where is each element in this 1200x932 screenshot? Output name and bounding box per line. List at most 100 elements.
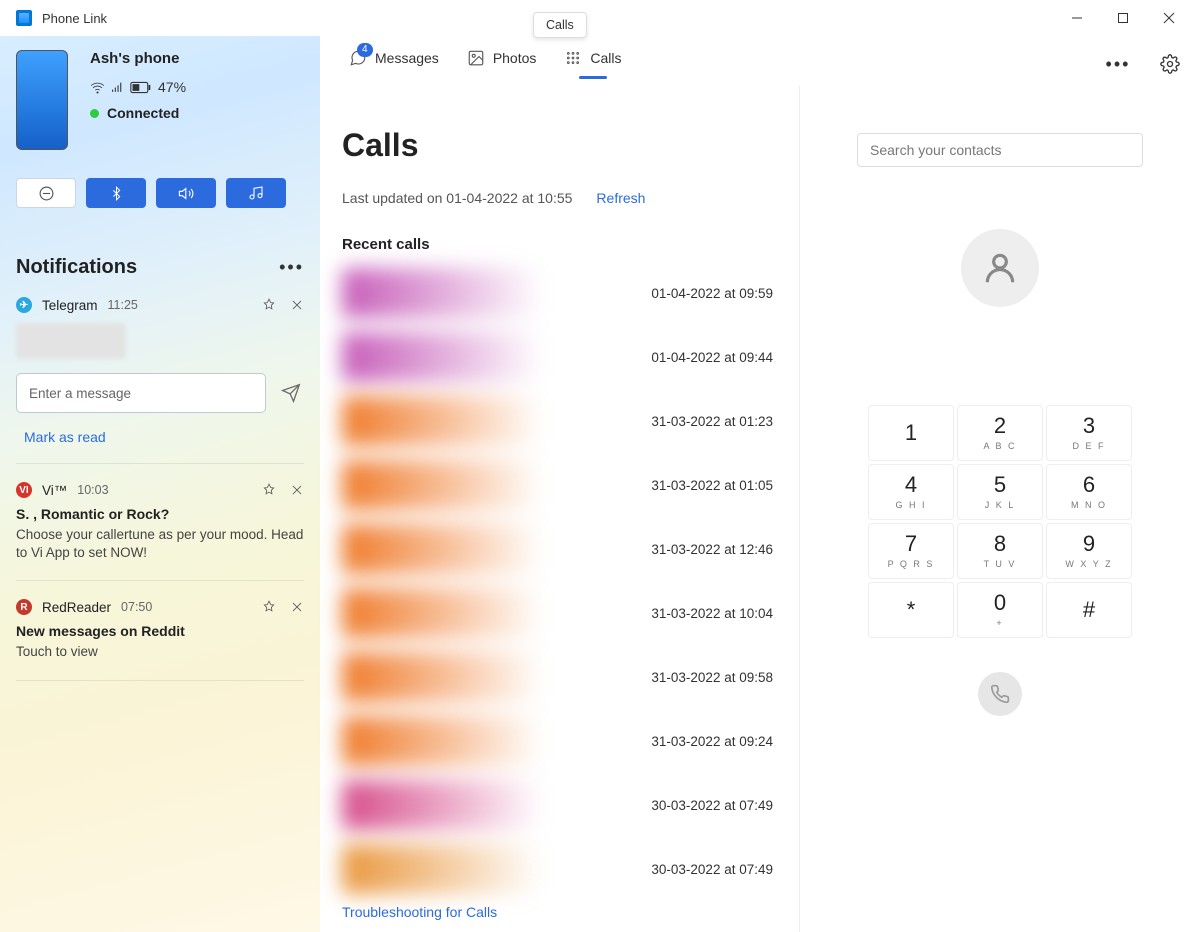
call-row[interactable]: 01-04-2022 at 09:44 [342,325,777,389]
calls-column: Calls Last updated on 01-04-2022 at 10:5… [320,85,800,932]
notification-title: S. , Romantic or Rock? [16,506,304,522]
notification-time: 11:25 [108,298,138,312]
tab-messages[interactable]: 4 Messages [335,39,453,85]
call-contact-blurred [342,460,592,510]
dialpad-key-letters: G H I [895,500,926,510]
reply-input[interactable]: Enter a message [16,373,266,413]
dialpad-key-3[interactable]: 3D E F [1046,405,1132,461]
window-minimize-button[interactable] [1054,2,1100,34]
bluetooth-button[interactable] [86,178,146,208]
call-row[interactable]: 01-04-2022 at 09:59 [342,261,777,325]
notifications-heading: Notifications [16,256,137,279]
dialpad-key-letters: P Q R S [888,559,935,569]
call-contact-blurred [342,268,592,318]
dialpad: 1 2 A B C 3D E F 4 G H I 5J K L 6 M N O 7 P Q R S 8… [868,405,1132,638]
pin-icon[interactable] [262,600,276,614]
dialpad-key-9[interactable]: 9W X Y Z [1046,523,1132,579]
status-dot-icon [90,109,99,118]
call-timestamp: 30-03-2022 at 07:49 [651,798,777,813]
call-contact-blurred [342,780,592,830]
notification[interactable]: R RedReader 07:50 New messages on Reddit… [16,599,304,680]
dialpad-key-6[interactable]: 6 M N O [1046,464,1132,520]
call-row[interactable]: 31-03-2022 at 01:23 [342,389,777,453]
close-icon[interactable] [290,600,304,614]
tab-photos[interactable]: Photos [453,39,551,85]
dialpad-key-letters: M N O [1071,500,1107,510]
contacts-search-input[interactable]: Search your contacts [857,133,1143,167]
dialpad-key-number: * [907,599,916,621]
notification-app-name: RedReader [42,600,111,615]
window-maximize-button[interactable] [1100,2,1146,34]
dialpad-key-letters: W X Y Z [1065,559,1112,569]
calls-heading: Calls [342,127,777,164]
notification[interactable]: VI Vi™ 10:03 S. , Romantic or Rock?Choos… [16,482,304,581]
music-button[interactable] [226,178,286,208]
notification-title: New messages on Reddit [16,623,304,639]
dialpad-key-letters: + [996,618,1003,628]
call-timestamp: 31-03-2022 at 01:23 [651,414,777,429]
call-row[interactable]: 31-03-2022 at 12:46 [342,517,777,581]
call-contact-blurred [342,716,592,766]
dialpad-key-1[interactable]: 1 [868,405,954,461]
dialer-column: Search your contacts 1 2 A B C 3D E F 4 G H I… [800,85,1200,932]
title-bar: Phone Link [0,0,1200,36]
call-timestamp: 30-03-2022 at 07:49 [651,862,777,877]
dialpad-key-number: 2 [994,415,1006,437]
dialpad-key-letters: A B C [983,441,1016,451]
dialpad-key-letters: T U V [984,559,1017,569]
dnd-button[interactable] [16,178,76,208]
dialpad-key-number: 0 [994,592,1006,614]
dialpad-key-letters: D E F [1072,441,1105,451]
send-button[interactable] [278,380,304,406]
dialpad-key-4[interactable]: 4 G H I [868,464,954,520]
dialpad-key-7[interactable]: 7 P Q R S [868,523,954,579]
tab-messages-label: Messages [375,50,439,66]
app-title: Phone Link [42,11,107,26]
notification-body: Choose your callertune as per your mood.… [16,526,304,562]
mark-read-link[interactable]: Mark as read [24,429,304,445]
dialpad-key-letters: J K L [985,500,1016,510]
call-contact-blurred [342,652,592,702]
call-row[interactable]: 30-03-2022 at 07:49 [342,837,777,901]
close-icon[interactable] [290,483,304,497]
call-row[interactable]: 31-03-2022 at 09:58 [342,645,777,709]
call-row[interactable]: 31-03-2022 at 10:04 [342,581,777,645]
dialpad-key-number: # [1083,599,1095,621]
dialpad-key-0[interactable]: 0+ [957,582,1043,638]
notification-body: Touch to view [16,643,304,661]
dialpad-key-5[interactable]: 5J K L [957,464,1043,520]
dialpad-key-number: 7 [905,533,917,555]
call-contact-blurred [342,396,592,446]
tab-calls[interactable]: Calls [550,39,635,85]
call-button[interactable] [978,672,1022,716]
call-row[interactable]: 31-03-2022 at 01:05 [342,453,777,517]
dialpad-key-8[interactable]: 8T U V [957,523,1043,579]
call-timestamp: 31-03-2022 at 09:58 [651,670,777,685]
pin-icon[interactable] [262,298,276,312]
notification-preview [16,323,126,359]
call-row[interactable]: 31-03-2022 at 09:24 [342,709,777,773]
dialpad-key-2[interactable]: 2 A B C [957,405,1043,461]
dialpad-key-#[interactable]: # [1046,582,1132,638]
dialpad-icon [564,49,582,67]
volume-button[interactable] [156,178,216,208]
dialpad-key-number: 6 [1083,474,1095,496]
dialpad-key-number: 4 [905,474,917,496]
notification[interactable]: ✈ Telegram 11:25 Enter a message Mark as… [16,297,304,464]
search-placeholder: Search your contacts [870,142,1002,158]
window-close-button[interactable] [1146,2,1192,34]
close-icon[interactable] [290,298,304,312]
dialpad-key-number: 1 [905,422,917,444]
dialpad-key-*[interactable]: * [868,582,954,638]
app-icon [16,10,32,26]
call-row[interactable]: 30-03-2022 at 07:49 [342,773,777,837]
action-row [16,178,304,208]
call-contact-blurred [342,524,592,574]
refresh-link[interactable]: Refresh [596,190,645,206]
pin-icon[interactable] [262,483,276,497]
notification-app-name: Vi™ [42,483,67,498]
main: Calls Last updated on 01-04-2022 at 10:5… [320,85,1200,932]
call-contact-blurred [342,588,592,638]
notifications-more-button[interactable]: ••• [279,257,304,278]
troubleshoot-link[interactable]: Troubleshooting for Calls [342,904,497,920]
